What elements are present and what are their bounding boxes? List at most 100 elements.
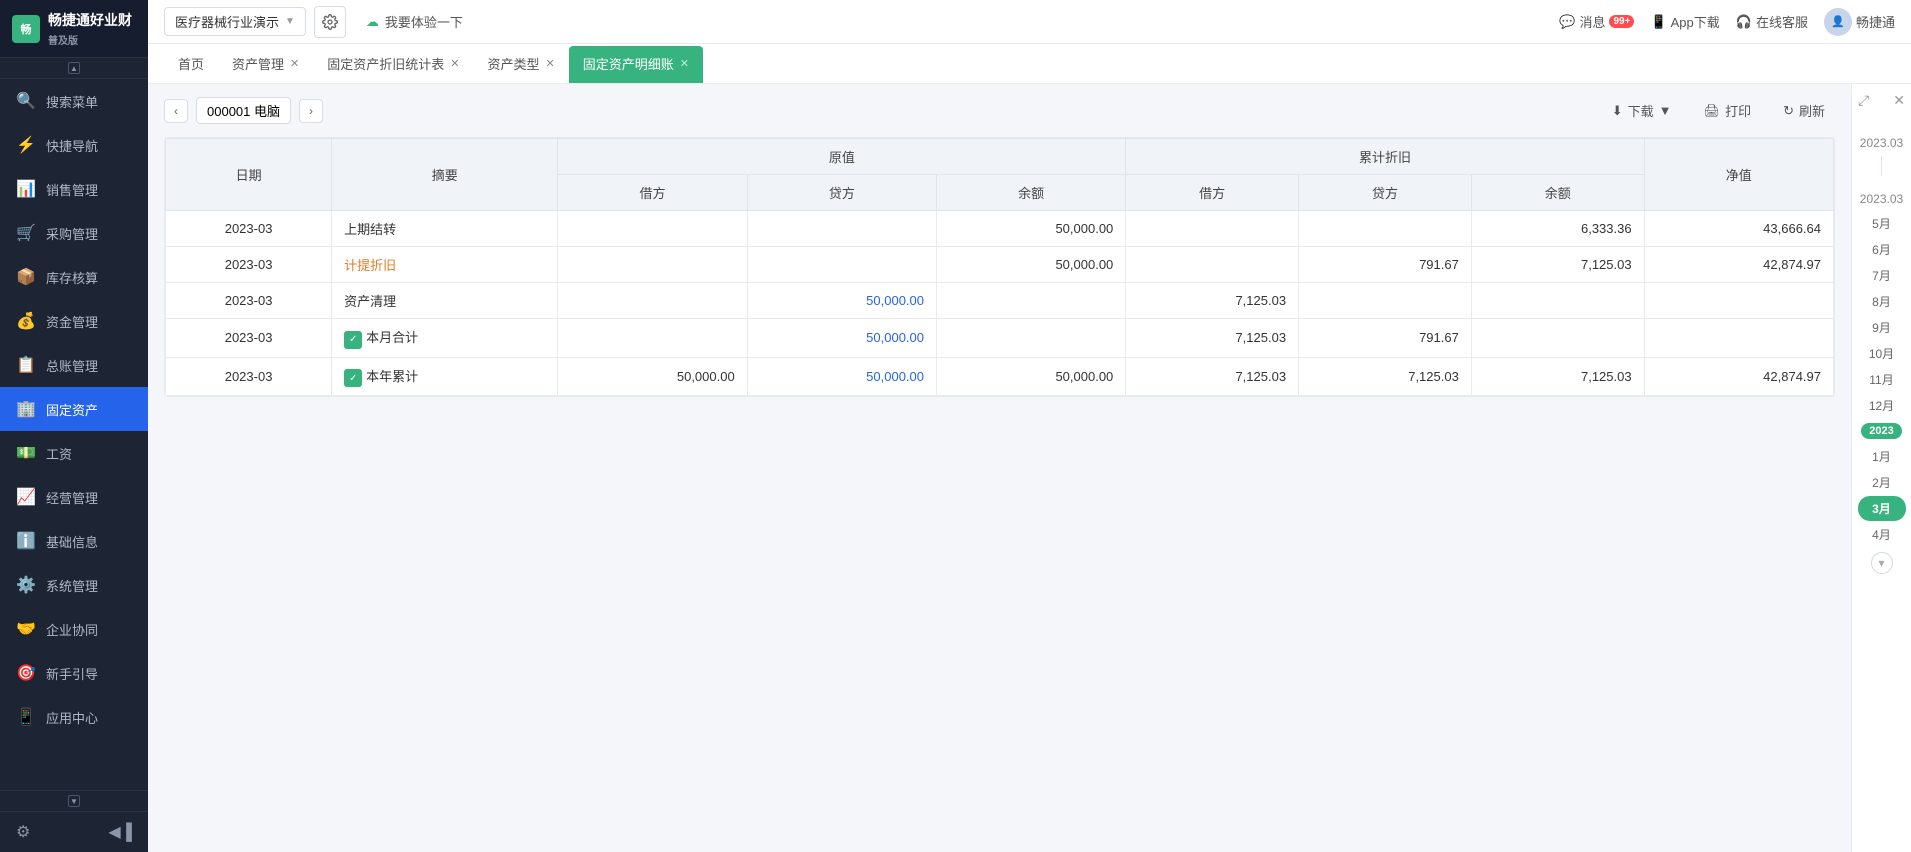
timeline-close-icon[interactable]: ✕ xyxy=(1893,92,1905,109)
timeline-month[interactable]: 1月 xyxy=(1858,444,1906,469)
timeline-year-label-top1: 2023.03 xyxy=(1860,136,1903,150)
collapse-sidebar-icon[interactable]: ◀▐ xyxy=(108,822,132,842)
timeline-month[interactable]: 4月 xyxy=(1858,522,1906,547)
sidebar-item-search[interactable]: 🔍 搜索菜单 xyxy=(0,79,148,123)
tab-asset-mgmt[interactable]: 资产管理 ✕ xyxy=(218,46,313,83)
cell-orig-balance: 50,000.00 xyxy=(937,247,1126,283)
cell-summary: 资产清理 xyxy=(332,283,558,319)
tab-asset-detail[interactable]: 固定资产明细账 ✕ xyxy=(569,46,703,83)
company-selector[interactable]: 医疗器械行业演示 ▼ xyxy=(164,7,306,36)
sidebar-item-label: 系统管理 xyxy=(46,576,132,595)
sidebar-item-inventory[interactable]: 📦 库存核算 xyxy=(0,255,148,299)
th-net-value: 净值 xyxy=(1644,139,1833,211)
sidebar-item-fixed-assets[interactable]: 🏢 固定资产 xyxy=(0,387,148,431)
timeline-month[interactable]: 12月 xyxy=(1858,393,1906,418)
sidebar-item-payroll[interactable]: 💵 工资 xyxy=(0,431,148,475)
sidebar-item-funds[interactable]: 💰 资金管理 xyxy=(0,299,148,343)
scroll-down-btn[interactable]: ▼ xyxy=(68,795,80,807)
timeline-scroll-down[interactable]: ▾ xyxy=(1871,552,1893,574)
timeline-year-badge[interactable]: 2023 xyxy=(1861,423,1901,439)
data-table-container: 日期 摘要 原值 累计折旧 净值 借方 贷方 余额 借方 贷方 余额 xyxy=(164,137,1835,397)
user-menu[interactable]: 👤 畅捷通 xyxy=(1824,8,1895,36)
topbar: 医疗器械行业演示 ▼ ☁ 我要体验一下 💬 消息 99+ 📱 xyxy=(148,0,1911,44)
table-row: 2023-03 上期结转 50,000.00 6,333.36 43,666.6… xyxy=(166,211,1834,247)
download-button[interactable]: ⬇ 下载 ▼ xyxy=(1602,96,1682,125)
summary-link[interactable]: 计提折旧 xyxy=(344,258,396,273)
cell-dep-credit: 791.67 xyxy=(1299,319,1472,358)
tab-close-icon[interactable]: ✕ xyxy=(450,57,459,70)
cell-orig-credit: 50,000.00 xyxy=(747,319,936,358)
asset-code-display[interactable]: 000001 电脑 xyxy=(196,97,291,124)
sidebar-item-purchase[interactable]: 🛒 采购管理 xyxy=(0,211,148,255)
avatar: 👤 xyxy=(1824,8,1852,36)
notification-icon: 💬 xyxy=(1559,14,1575,30)
download-icon: ⬇ xyxy=(1612,103,1623,119)
timeline-month[interactable]: 11月 xyxy=(1858,367,1906,392)
tab-home[interactable]: 首页 xyxy=(164,46,218,83)
topbar-right: 💬 消息 99+ 📱 App下载 🎧 在线客服 👤 畅捷通 xyxy=(1559,8,1895,36)
support-label: 在线客服 xyxy=(1756,12,1808,31)
sidebar-item-label: 搜索菜单 xyxy=(46,92,132,111)
timeline-month[interactable]: 6月 xyxy=(1858,237,1906,262)
timeline-month[interactable]: 3月 xyxy=(1858,496,1906,521)
summary-text: 上期结转 xyxy=(344,222,396,237)
settings-footer-icon[interactable]: ⚙ xyxy=(16,822,30,842)
tab-asset-type[interactable]: 资产类型 ✕ xyxy=(473,46,568,83)
cell-dep-balance xyxy=(1471,283,1644,319)
ledger-icon: 📋 xyxy=(16,355,36,375)
cell-orig-debit xyxy=(558,319,747,358)
settings-button[interactable] xyxy=(314,6,346,38)
tab-close-icon[interactable]: ✕ xyxy=(680,57,689,70)
support-icon: 🎧 xyxy=(1736,14,1752,30)
cell-dep-debit: 7,125.03 xyxy=(1126,319,1299,358)
cell-date: 2023-03 xyxy=(166,357,332,396)
sidebar-item-cooperation[interactable]: 🤝 企业协同 xyxy=(0,607,148,651)
app-download-button[interactable]: 📱 App下载 xyxy=(1650,12,1719,31)
timeline-expand-icon[interactable]: ⤢ xyxy=(1858,92,1869,109)
scroll-up-btn[interactable]: ▲ xyxy=(68,62,80,74)
download-label: App下载 xyxy=(1671,12,1720,31)
experience-button[interactable]: ☁ 我要体验一下 xyxy=(354,8,475,35)
sidebar-item-sales[interactable]: 📊 销售管理 xyxy=(0,167,148,211)
cell-dep-credit: 791.67 xyxy=(1299,247,1472,283)
next-asset-button[interactable]: › xyxy=(299,99,323,123)
cell-orig-debit xyxy=(558,211,747,247)
sidebar-item-ledger[interactable]: 📋 总账管理 xyxy=(0,343,148,387)
asset-detail-table: 日期 摘要 原值 累计折旧 净值 借方 贷方 余额 借方 贷方 余额 xyxy=(165,138,1834,396)
sidebar-item-label: 企业协同 xyxy=(46,620,132,639)
cell-orig-debit xyxy=(558,283,747,319)
sidebar-item-operations[interactable]: 📈 经营管理 xyxy=(0,475,148,519)
tab-depreciation[interactable]: 固定资产折旧统计表 ✕ xyxy=(313,46,473,83)
sidebar-item-guide[interactable]: 🎯 新手引导 xyxy=(0,651,148,695)
timeline-month[interactable]: 5月 xyxy=(1858,211,1906,236)
sidebar-item-quick-nav[interactable]: ⚡ 快捷导航 xyxy=(0,123,148,167)
support-button[interactable]: 🎧 在线客服 xyxy=(1736,12,1808,31)
toolbar-row: ‹ 000001 电脑 › ⬇ 下载 ▼ 🖨 打印 ↻ xyxy=(164,96,1835,125)
timeline-month[interactable]: 7月 xyxy=(1858,263,1906,288)
tab-close-icon[interactable]: ✕ xyxy=(546,57,555,70)
sidebar-item-app-center[interactable]: 📱 应用中心 xyxy=(0,695,148,739)
tab-close-icon[interactable]: ✕ xyxy=(290,57,299,70)
cell-dep-balance: 6,333.36 xyxy=(1471,211,1644,247)
timeline-month[interactable]: 8月 xyxy=(1858,289,1906,314)
notification-button[interactable]: 💬 消息 99+ xyxy=(1559,12,1634,31)
th-original-value: 原值 xyxy=(558,139,1126,175)
refresh-icon: ↻ xyxy=(1783,103,1794,119)
th-date: 日期 xyxy=(166,139,332,211)
info-icon: ℹ️ xyxy=(16,531,36,551)
sidebar-item-system[interactable]: ⚙️ 系统管理 xyxy=(0,563,148,607)
prev-asset-button[interactable]: ‹ xyxy=(164,99,188,123)
refresh-button[interactable]: ↻ 刷新 xyxy=(1773,96,1835,125)
payroll-icon: 💵 xyxy=(16,443,36,463)
purchase-icon: 🛒 xyxy=(16,223,36,243)
timeline-month[interactable]: 9月 xyxy=(1858,315,1906,340)
timeline-month[interactable]: 10月 xyxy=(1858,341,1906,366)
sidebar-item-basic-info[interactable]: ℹ️ 基础信息 xyxy=(0,519,148,563)
cell-dep-debit xyxy=(1126,247,1299,283)
cell-net-value xyxy=(1644,319,1833,358)
print-button[interactable]: 🖨 打印 xyxy=(1694,96,1762,125)
timeline-month[interactable]: 2月 xyxy=(1858,470,1906,495)
cell-orig-credit: 50,000.00 xyxy=(747,283,936,319)
table-row: 2023-03 计提折旧 50,000.00 791.67 7,125.03 4… xyxy=(166,247,1834,283)
cell-dep-credit xyxy=(1299,211,1472,247)
